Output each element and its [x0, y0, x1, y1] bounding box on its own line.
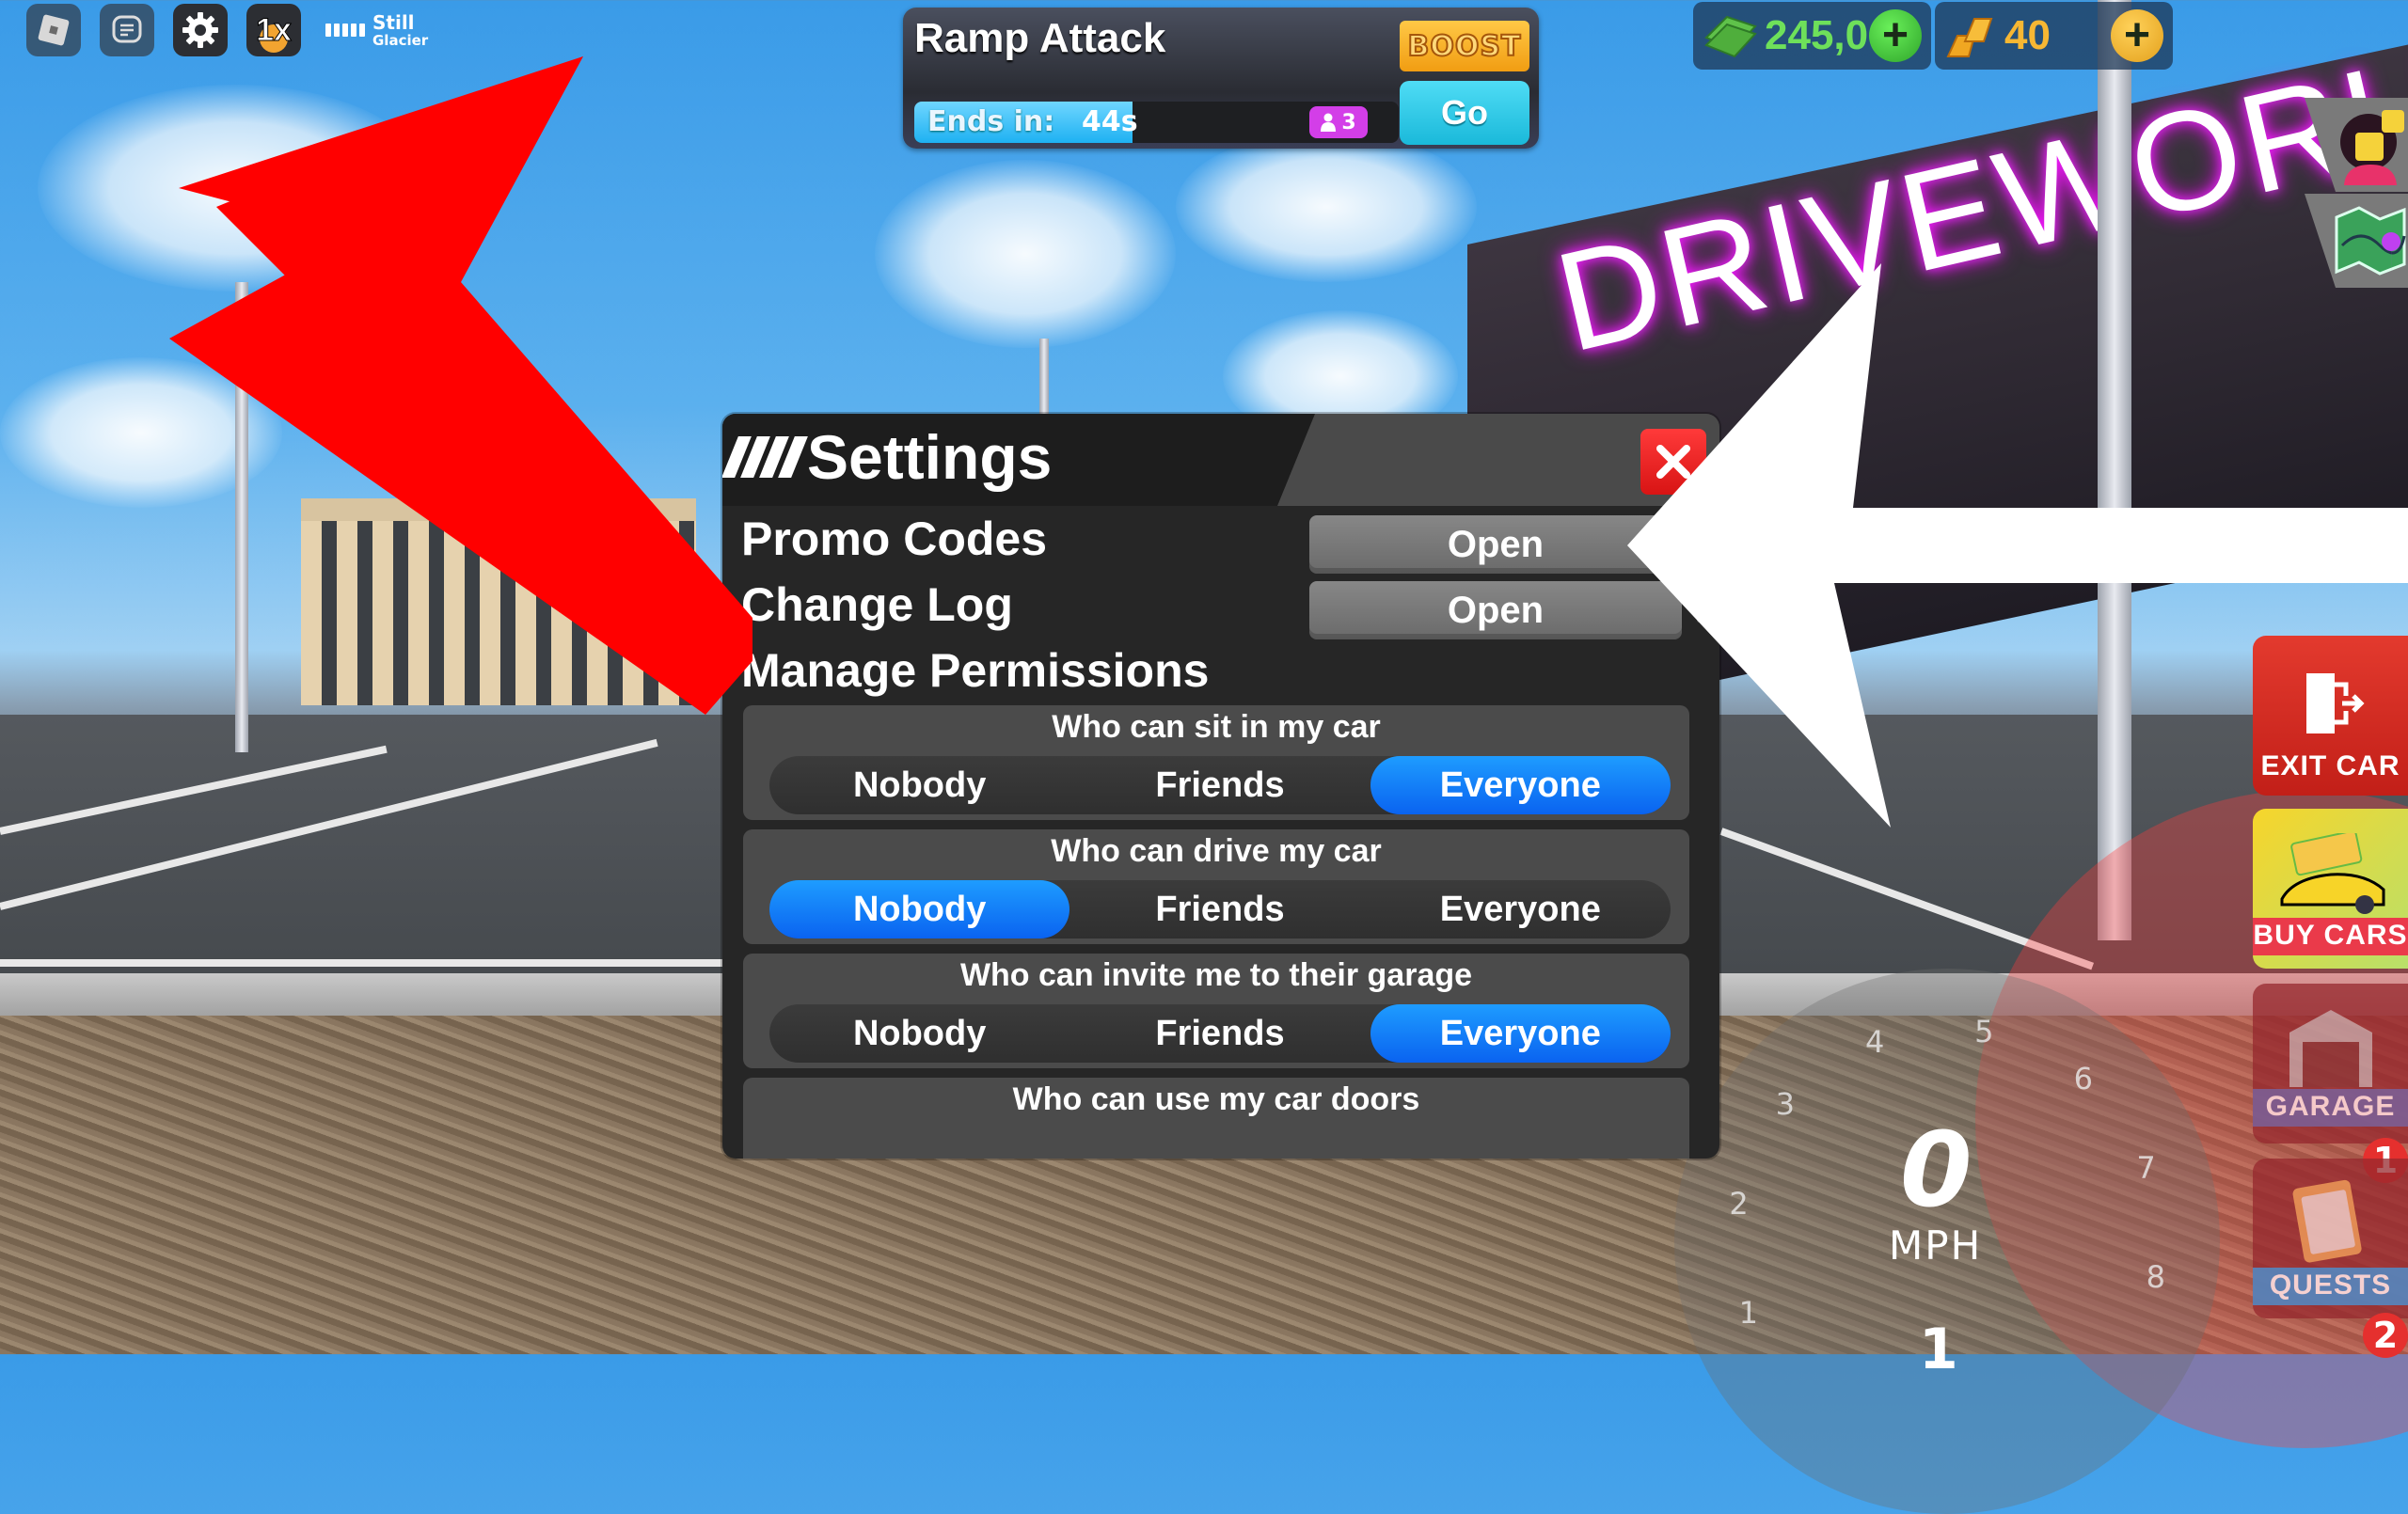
add-cash-button[interactable]: +: [1869, 9, 1922, 62]
promo-codes-label: Promo Codes: [741, 513, 1048, 565]
parking-line: [0, 959, 752, 967]
event-player-count: 3: [1309, 106, 1368, 138]
manage-permissions-heading: Manage Permissions: [741, 644, 1210, 697]
option-nobody[interactable]: Nobody: [769, 880, 1070, 938]
boost-button[interactable]: BOOST: [1400, 21, 1529, 71]
garage-button[interactable]: GARAGE: [2253, 984, 2408, 1143]
option-everyone[interactable]: Everyone: [1370, 1004, 1671, 1063]
event-time-left: 44s: [1082, 105, 1138, 138]
speedometer-tick-label: 3: [1775, 1086, 1795, 1123]
friends-icon: [2340, 110, 2404, 185]
cash-stack-icon: [1704, 15, 1757, 58]
add-gold-button[interactable]: +: [2111, 9, 2163, 62]
permission-toggle: Nobody Friends Everyone: [769, 1004, 1671, 1063]
change-log-label: Change Log: [741, 578, 1013, 631]
speedometer-tick-label: 7: [2136, 1150, 2156, 1187]
option-friends[interactable]: Friends: [1069, 880, 1370, 938]
settings-title: Settings: [807, 422, 1053, 492]
speedometer-tick-label: 6: [2073, 1060, 2093, 1096]
go-button[interactable]: Go: [1400, 81, 1529, 145]
event-timer-bar: Ends in: 44s 3: [914, 102, 1399, 143]
garage-icon: [2289, 1010, 2372, 1087]
speedometer-tick-label: 1: [1738, 1294, 1758, 1331]
permission-card: Who can use my car doors: [743, 1078, 1689, 1159]
gold-bars-icon: [1946, 18, 1993, 57]
permission-question: Who can invite me to their garage: [959, 957, 1473, 993]
red-arrow-annotation: [169, 56, 752, 715]
quests-badge: 2: [2363, 1313, 2408, 1358]
permission-question: Who can drive my car: [1051, 833, 1382, 869]
quests-label: QUESTS: [2253, 1268, 2408, 1305]
speed-unit: MPH: [1889, 1222, 1983, 1269]
cloud: [875, 160, 1176, 348]
event-banner: Ramp Attack Ends in: 44s 3 BOOST Go: [903, 8, 1539, 149]
permission-card: Who can sit in my car Nobody Friends Everyo…: [743, 705, 1689, 820]
option-nobody[interactable]: Nobody: [769, 756, 1069, 814]
settings-panel: Settings Promo Codes Open Change Log Ope…: [722, 414, 1719, 1159]
event-title: Ramp Attack: [914, 15, 1166, 61]
permission-toggle: Nobody Friends Everyone: [769, 756, 1671, 814]
mood-label: Still: [372, 10, 415, 34]
chat-icon: [112, 15, 142, 43]
roblox-logo-icon: [38, 14, 70, 46]
speedometer-tick-label: 8: [2146, 1259, 2165, 1296]
permission-card: Who can invite me to their garage Nobody F…: [743, 954, 1689, 1068]
player-count: 3: [1341, 110, 1356, 134]
garage-label: GARAGE: [2253, 1089, 2408, 1127]
roblox-menu-button[interactable]: [26, 4, 81, 56]
quests-button[interactable]: QUESTS: [2253, 1159, 2408, 1318]
option-friends[interactable]: Friends: [1069, 756, 1370, 814]
gear-indicator: 1: [1919, 1317, 1958, 1382]
permission-toggle: Nobody Friends Everyone: [769, 880, 1671, 938]
clipboard-icon: [2292, 1179, 2362, 1263]
speedometer-tick-label: 2: [1729, 1185, 1749, 1222]
white-arrow-annotation: [1627, 263, 2408, 828]
gold-amount: 40: [2004, 12, 2051, 58]
option-friends[interactable]: Friends: [1069, 1004, 1370, 1063]
buy-cars-label: BUY CARS: [2253, 918, 2408, 955]
settings-title-wrap: Settings: [722, 421, 1053, 493]
speedometer-tick-label: 5: [1974, 1014, 1994, 1050]
option-nobody[interactable]: Nobody: [769, 1004, 1069, 1063]
signal-bars-icon: [325, 24, 365, 37]
speed-value: 0: [1900, 1110, 1972, 1230]
permission-question: Who can sit in my car: [1052, 709, 1381, 745]
option-everyone[interactable]: Everyone: [1370, 880, 1671, 938]
permission-question: Who can use my car doors: [1012, 1081, 1420, 1117]
person-icon: [1321, 113, 1337, 132]
permission-card: Who can drive my car Nobody Friends Everyon…: [743, 829, 1689, 944]
cash-display: 245,000 +: [1693, 2, 1931, 70]
cloud: [1176, 132, 1477, 282]
gold-display: 40 +: [1935, 2, 2173, 70]
speedometer-tick-label: 4: [1865, 1023, 1885, 1060]
event-ends-label: Ends in:: [927, 105, 1055, 138]
